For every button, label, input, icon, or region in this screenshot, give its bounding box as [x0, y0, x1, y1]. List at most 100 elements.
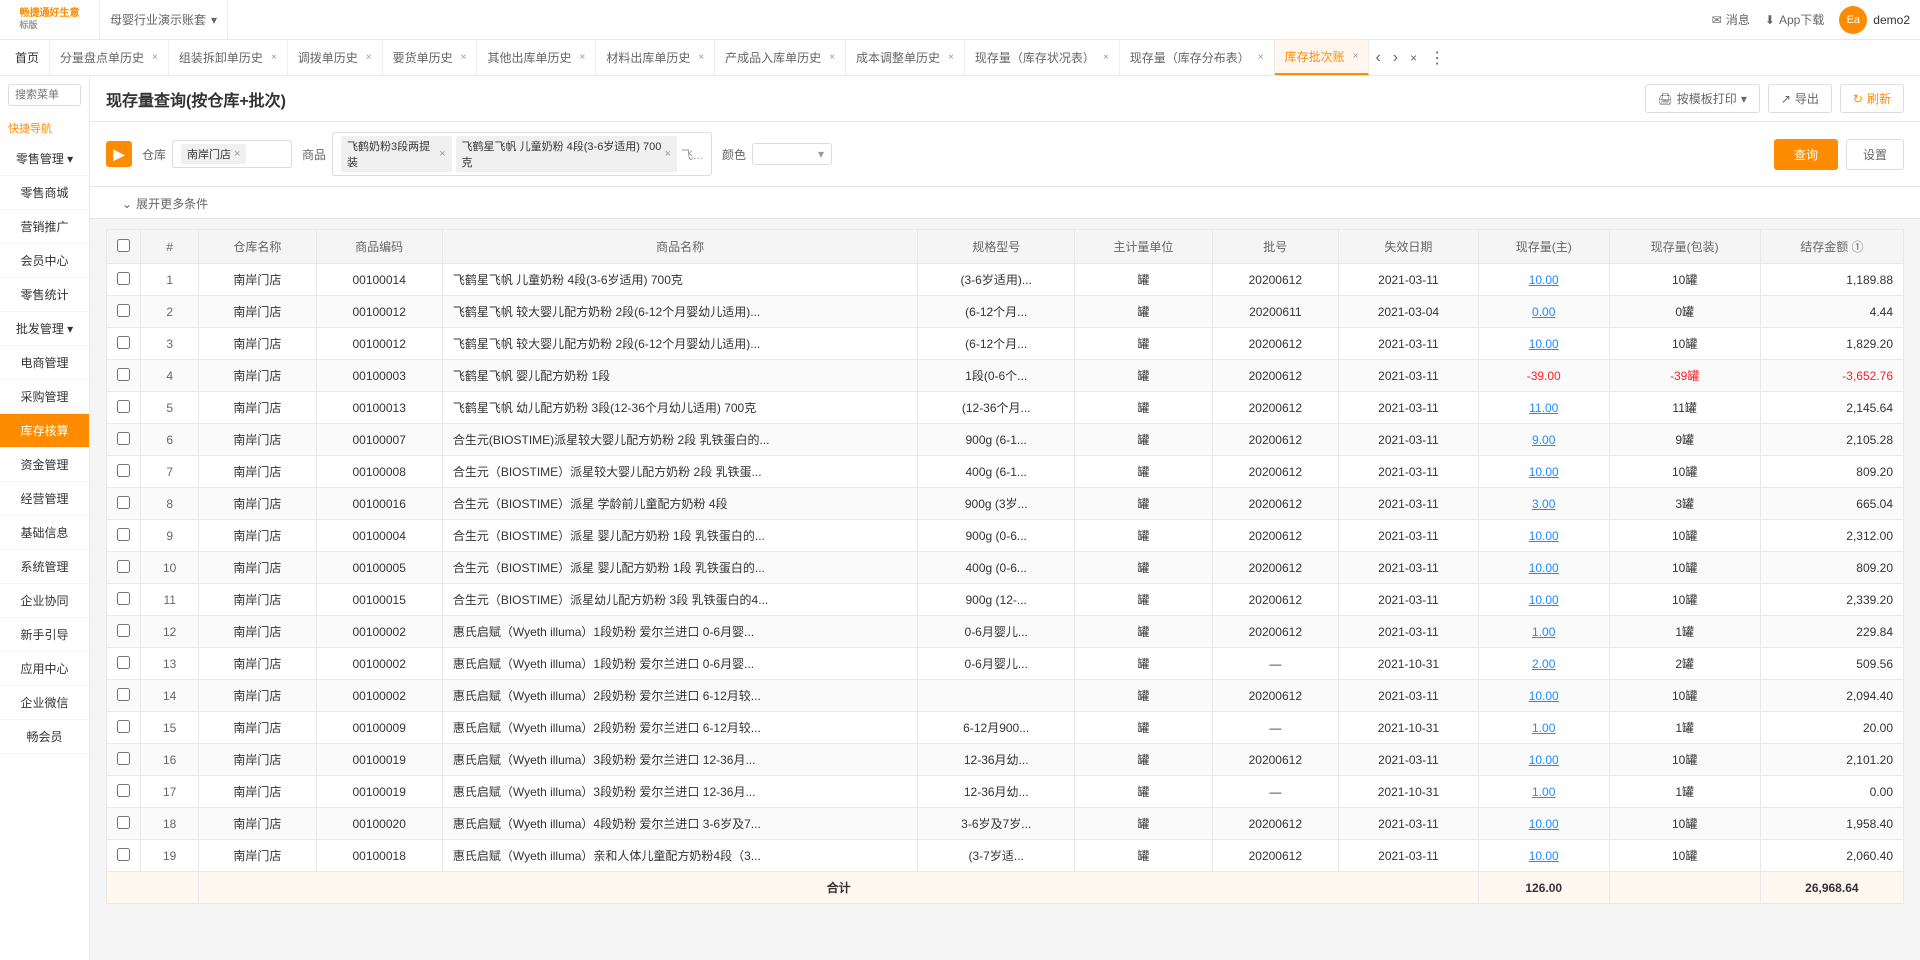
user-area[interactable]: Ea demo2 — [1839, 6, 1910, 34]
query-button[interactable]: 查询 — [1774, 139, 1838, 170]
cell-checkbox[interactable] — [107, 648, 141, 680]
cell-stock-main[interactable]: 1.00 — [1478, 712, 1609, 744]
cell-checkbox[interactable] — [107, 744, 141, 776]
sidebar-item-retail-stat[interactable]: 零售统计 — [0, 278, 89, 312]
cell-stock-main[interactable]: 10.00 — [1478, 840, 1609, 872]
warehouse-tag-group[interactable]: 南岸门店 × — [172, 140, 292, 168]
tab-split-disk[interactable]: 分量盘点单历史 × — [50, 40, 169, 75]
tab-next-btn[interactable]: › — [1387, 49, 1404, 67]
sidebar-item-enterprise[interactable]: 企业协同 — [0, 584, 89, 618]
sidebar-item-newguide[interactable]: 新手引导 — [0, 618, 89, 652]
sidebar-item-enterprise-wechat[interactable]: 企业微信 — [0, 686, 89, 720]
close-icon[interactable]: × — [234, 148, 240, 160]
cell-checkbox[interactable] — [107, 808, 141, 840]
close-icon[interactable]: × — [1103, 52, 1109, 63]
color-filter-select[interactable] — [752, 143, 832, 165]
close-icon[interactable]: × — [1258, 52, 1264, 63]
sidebar-item-basic[interactable]: 基础信息 — [0, 516, 89, 550]
tab-home[interactable]: 首页 — [5, 40, 50, 75]
cell-stock-main[interactable]: 11.00 — [1478, 392, 1609, 424]
th-checkbox[interactable] — [107, 230, 141, 264]
setting-button[interactable]: 设置 — [1846, 139, 1904, 170]
cell-checkbox[interactable] — [107, 520, 141, 552]
cell-checkbox[interactable] — [107, 776, 141, 808]
tab-batch-ledger[interactable]: 库存批次账 × — [1275, 40, 1370, 75]
sidebar-quick-nav[interactable]: 快捷导航 — [0, 114, 89, 142]
cell-stock-main[interactable]: 10.00 — [1478, 456, 1609, 488]
close-icon[interactable]: × — [698, 52, 704, 63]
refresh-button[interactable]: ↻ 刷新 — [1840, 84, 1904, 113]
cell-stock-main[interactable]: 1.00 — [1478, 616, 1609, 648]
sidebar-item-member[interactable]: 会员中心 — [0, 244, 89, 278]
export-button[interactable]: ↗ 导出 — [1768, 84, 1832, 113]
expand-more-btn[interactable]: ⌄ 展开更多条件 — [122, 195, 1904, 212]
cell-stock-main[interactable]: 3.00 — [1478, 488, 1609, 520]
select-all-checkbox[interactable] — [117, 239, 130, 252]
cell-checkbox[interactable] — [107, 616, 141, 648]
cell-stock-main[interactable]: 0.00 — [1478, 296, 1609, 328]
cell-checkbox[interactable] — [107, 840, 141, 872]
close-icon[interactable]: × — [829, 52, 835, 63]
cell-stock-main[interactable]: 9.00 — [1478, 424, 1609, 456]
sidebar-item-marketing[interactable]: 营销推广 — [0, 210, 89, 244]
filter-expand-button[interactable]: ▶ — [106, 141, 132, 167]
tab-combo-dis[interactable]: 组装拆卸单历史 × — [169, 40, 288, 75]
tab-need-goods[interactable]: 要货单历史 × — [383, 40, 478, 75]
tab-prev-btn[interactable]: ‹ — [1369, 49, 1386, 67]
cell-checkbox[interactable] — [107, 328, 141, 360]
tab-cost-adj[interactable]: 成本调整单历史 × — [846, 40, 965, 75]
sidebar-item-appcenter[interactable]: 应用中心 — [0, 652, 89, 686]
close-icon[interactable]: × — [1353, 51, 1359, 62]
cell-checkbox[interactable] — [107, 488, 141, 520]
cell-stock-main[interactable]: 10.00 — [1478, 328, 1609, 360]
cell-stock-main[interactable]: 10.00 — [1478, 808, 1609, 840]
product-tag-group[interactable]: 飞鹤奶粉3段两提装 × 飞鹤星飞帆 儿童奶粉 4段(3-6岁适用) 700克 ×… — [332, 132, 712, 176]
cell-checkbox[interactable] — [107, 584, 141, 616]
close-icon[interactable]: × — [271, 52, 277, 63]
close-icon[interactable]: × — [152, 52, 158, 63]
industry-selector[interactable]: 母婴行业演示账套 ▾ — [100, 0, 228, 39]
sidebar-item-system[interactable]: 系统管理 — [0, 550, 89, 584]
cell-stock-main[interactable]: 10.00 — [1478, 584, 1609, 616]
cell-checkbox[interactable] — [107, 296, 141, 328]
tab-product-in[interactable]: 产成品入库单历史 × — [715, 40, 846, 75]
cell-checkbox[interactable] — [107, 424, 141, 456]
tab-mix[interactable]: 调拨单历史 × — [288, 40, 383, 75]
sidebar-item-ecommerce[interactable]: 电商管理 — [0, 346, 89, 380]
close-icon[interactable]: × — [461, 52, 467, 63]
sidebar-item-inventory[interactable]: 库存核算 — [0, 414, 89, 448]
tab-close-all-btn[interactable]: × — [1404, 51, 1423, 65]
cell-checkbox[interactable] — [107, 712, 141, 744]
sidebar-item-retail-shop[interactable]: 零售商城 — [0, 176, 89, 210]
search-input[interactable] — [8, 84, 81, 106]
sidebar-item-wholesale[interactable]: 批发管理 ▾ — [0, 312, 89, 346]
cell-checkbox[interactable] — [107, 360, 141, 392]
cell-checkbox[interactable] — [107, 456, 141, 488]
cell-stock-main[interactable]: 10.00 — [1478, 552, 1609, 584]
cell-stock-main[interactable]: 2.00 — [1478, 648, 1609, 680]
sidebar-item-finance[interactable]: 资金管理 — [0, 448, 89, 482]
sidebar-item-purchase[interactable]: 采购管理 — [0, 380, 89, 414]
sidebar-item-operation[interactable]: 经营管理 — [0, 482, 89, 516]
app-download-btn[interactable]: ⬇ App下载 — [1765, 11, 1824, 28]
close-icon[interactable]: × — [948, 52, 954, 63]
tab-stock-dist[interactable]: 现存量（库存分布表） × — [1120, 40, 1275, 75]
close-icon[interactable]: × — [579, 52, 585, 63]
tab-stock-status[interactable]: 现存量（库存状况表） × — [965, 40, 1120, 75]
cell-checkbox[interactable] — [107, 392, 141, 424]
cell-stock-main[interactable]: -39.00 — [1478, 360, 1609, 392]
sidebar-item-member2[interactable]: 畅会员 — [0, 720, 89, 754]
close-icon[interactable]: × — [665, 148, 671, 160]
cell-stock-main[interactable]: 10.00 — [1478, 520, 1609, 552]
close-icon[interactable]: × — [366, 52, 372, 63]
message-btn[interactable]: ✉ 消息 — [1712, 11, 1750, 28]
cell-checkbox[interactable] — [107, 552, 141, 584]
cell-stock-main[interactable]: 10.00 — [1478, 744, 1609, 776]
cell-stock-main[interactable]: 10.00 — [1478, 264, 1609, 296]
sidebar-item-retail-mgmt[interactable]: 零售管理 ▾ — [0, 142, 89, 176]
tab-other-out[interactable]: 其他出库单历史 × — [477, 40, 596, 75]
cell-checkbox[interactable] — [107, 680, 141, 712]
cell-stock-main[interactable]: 1.00 — [1478, 776, 1609, 808]
print-button[interactable]: 🖨 按模板打印 ▾ — [1645, 84, 1760, 113]
tab-menu-btn[interactable]: ⋮ — [1423, 48, 1451, 68]
